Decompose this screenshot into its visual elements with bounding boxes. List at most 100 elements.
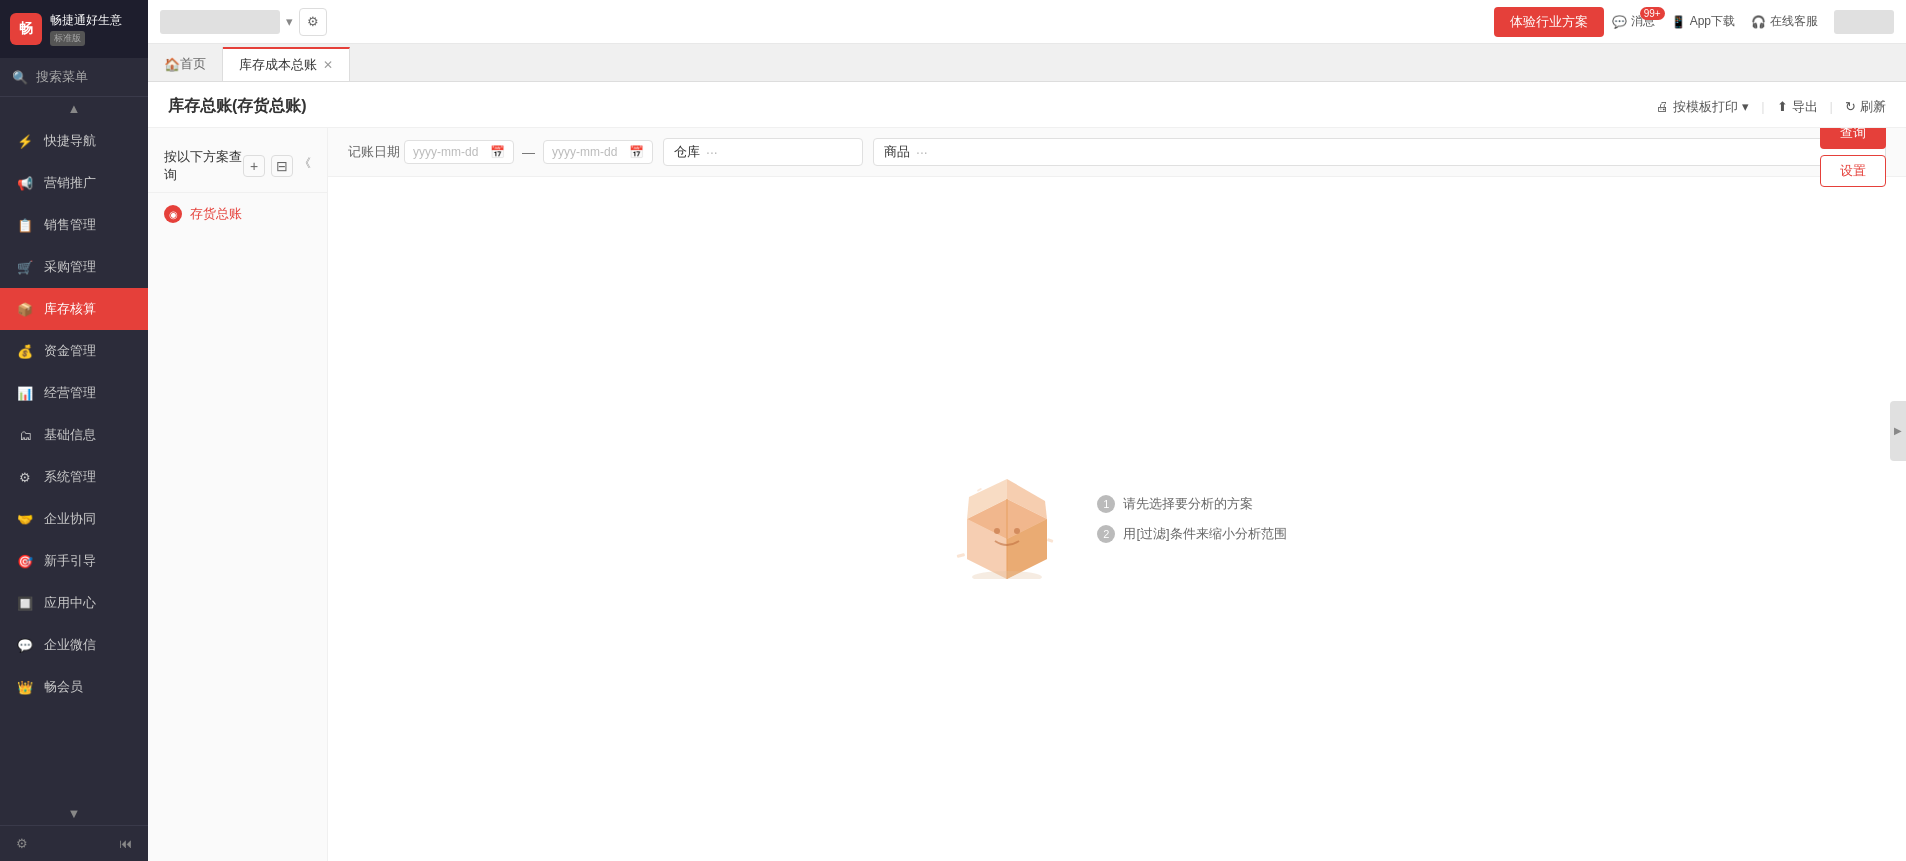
- tab-home[interactable]: 🏠 首页: [148, 47, 223, 81]
- printer-icon: 🖨: [1656, 99, 1669, 114]
- print-template-label: 按模板打印: [1673, 98, 1738, 116]
- scroll-up-btn[interactable]: ▲: [0, 97, 148, 120]
- headset-icon: 🎧: [1751, 15, 1766, 29]
- date-start-input[interactable]: yyyy-mm-dd 📅: [404, 140, 514, 164]
- settings-btn[interactable]: 设置: [1820, 155, 1886, 187]
- member-icon: 👑: [16, 678, 34, 696]
- scheme-label: 存货总账: [190, 205, 242, 223]
- export-label: 导出: [1792, 98, 1818, 116]
- phone-icon: 📱: [1671, 15, 1686, 29]
- filter-add-btn[interactable]: +: [243, 155, 265, 177]
- sidebar-item-enterprise[interactable]: 🤝 企业协同: [0, 498, 148, 540]
- sidebar-item-guide[interactable]: 🎯 新手引导: [0, 540, 148, 582]
- svg-point-7: [994, 528, 1000, 534]
- topbar-settings-btn[interactable]: ⚙: [299, 8, 327, 36]
- online-service-btn[interactable]: 🎧 在线客服: [1751, 13, 1818, 30]
- user-avatar[interactable]: [1834, 10, 1894, 34]
- svg-rect-11: [1047, 538, 1054, 543]
- sidebar-bottom: ⚙ ⏮: [0, 825, 148, 861]
- app-badge: 标准版: [50, 31, 85, 46]
- product-label: 商品: [884, 143, 910, 161]
- sidebar-item-label: 销售管理: [44, 216, 96, 234]
- topbar-breadcrumb-placeholder: [160, 10, 280, 34]
- scheme-inventory-general[interactable]: ◉ 存货总账: [148, 197, 327, 231]
- operations-icon: 📊: [16, 384, 34, 402]
- date-filter-label: 记账日期: [348, 143, 400, 161]
- tip-num-2: 2: [1097, 525, 1115, 543]
- sidebar-item-app-center[interactable]: 🔲 应用中心: [0, 582, 148, 624]
- sidebar-item-label: 企业协同: [44, 510, 96, 528]
- query-btn[interactable]: 查询: [1820, 128, 1886, 149]
- scheme-sidebar: 按以下方案查询 + ⊟ 《 ◉ 存货总账: [148, 128, 328, 861]
- topbar-nav: ▾ ⚙: [160, 8, 1486, 36]
- sidebar-item-label: 基础信息: [44, 426, 96, 444]
- export-btn[interactable]: ⬆ 导出: [1777, 98, 1818, 116]
- settings-icon[interactable]: ⚙: [16, 836, 28, 851]
- print-template-btn[interactable]: 🖨 按模板打印 ▾: [1656, 98, 1749, 116]
- page-actions: 🖨 按模板打印 ▾ | ⬆ 导出 | ↻ 刷新: [1656, 98, 1886, 116]
- svg-point-8: [1014, 528, 1020, 534]
- date-start-placeholder: yyyy-mm-dd: [413, 145, 478, 159]
- sidebar-item-marketing[interactable]: 📢 营销推广: [0, 162, 148, 204]
- industry-btn[interactable]: 体验行业方案: [1494, 7, 1604, 37]
- search-menu-label: 搜索菜单: [36, 68, 88, 86]
- guide-icon: 🎯: [16, 552, 34, 570]
- tabs-bar: 🏠 首页 库存成本总账 ✕: [148, 44, 1906, 82]
- system-icon: ⚙: [16, 468, 34, 486]
- refresh-icon: ↻: [1845, 99, 1856, 114]
- collapse-icon[interactable]: ⏮: [119, 836, 132, 851]
- topbar-right: 💬 消息 99+ 📱 App下载 🎧 在线客服: [1612, 10, 1894, 34]
- filter-collapse-btn[interactable]: 《: [299, 155, 311, 177]
- sidebar-item-label: 经营管理: [44, 384, 96, 402]
- sidebar-item-finance[interactable]: 💰 资金管理: [0, 330, 148, 372]
- search-menu[interactable]: 🔍 搜索菜单: [0, 58, 148, 97]
- chevron-down-icon[interactable]: ▾: [286, 14, 293, 29]
- online-service-label: 在线客服: [1770, 13, 1818, 30]
- tip-num-1: 1: [1097, 495, 1115, 513]
- panel-close-btn[interactable]: ✕: [1874, 96, 1886, 112]
- message-icon: 💬: [1612, 15, 1627, 29]
- calendar-start-icon[interactable]: 📅: [490, 145, 505, 159]
- purchase-icon: 🛒: [16, 258, 34, 276]
- page-title: 库存总账(存货总账): [168, 96, 307, 117]
- warehouse-more-icon[interactable]: ···: [706, 144, 718, 160]
- export-icon: ⬆: [1777, 99, 1788, 114]
- sidebar-item-basic[interactable]: 🗂 基础信息: [0, 414, 148, 456]
- page-content: 库存总账(存货总账) 🖨 按模板打印 ▾ | ⬆ 导出 | ↻ 刷新: [148, 82, 1906, 861]
- empty-illustration: [947, 459, 1067, 579]
- sidebar-item-label: 应用中心: [44, 594, 96, 612]
- product-filter[interactable]: 商品 ···: [873, 138, 1886, 166]
- sidebar-item-wechat[interactable]: 💬 企业微信: [0, 624, 148, 666]
- sidebar-item-member[interactable]: 👑 畅会员: [0, 666, 148, 708]
- tab-close-icon[interactable]: ✕: [323, 58, 333, 72]
- date-filter: 记账日期 yyyy-mm-dd 📅 — yyyy-mm-dd 📅: [348, 140, 653, 164]
- sidebar-item-operations[interactable]: 📊 经营管理: [0, 372, 148, 414]
- product-more-icon[interactable]: ···: [916, 144, 928, 160]
- filter-schema-btn[interactable]: ⊟: [271, 155, 293, 177]
- scroll-down-btn[interactable]: ▼: [0, 802, 148, 825]
- tip-item-1: 1 请先选择要分析的方案: [1097, 495, 1286, 513]
- sidebar-item-label: 资金管理: [44, 342, 96, 360]
- sidebar-item-system[interactable]: ⚙ 系统管理: [0, 456, 148, 498]
- tab-inventory-cost[interactable]: 库存成本总账 ✕: [223, 47, 350, 81]
- sidebar-item-inventory[interactable]: 📦 库存核算: [0, 288, 148, 330]
- app-download-btn[interactable]: 📱 App下载: [1671, 13, 1735, 30]
- date-end-input[interactable]: yyyy-mm-dd 📅: [543, 140, 653, 164]
- sidebar-item-label: 系统管理: [44, 468, 96, 486]
- sidebar-item-label: 畅会员: [44, 678, 83, 696]
- basic-icon: 🗂: [16, 426, 34, 444]
- wechat-icon: 💬: [16, 636, 34, 654]
- tip-text-2: 用[过滤]条件来缩小分析范围: [1123, 525, 1286, 543]
- sidebar-item-quick-nav[interactable]: ⚡ 快捷导航: [0, 120, 148, 162]
- app-logo: 畅 畅捷通好生意 标准版: [0, 0, 148, 58]
- right-panel-toggle[interactable]: ▶: [1890, 401, 1906, 461]
- message-badge: 99+: [1640, 7, 1665, 20]
- message-btn[interactable]: 💬 消息 99+: [1612, 13, 1655, 30]
- app-name: 畅捷通好生意: [50, 12, 122, 29]
- svg-rect-10: [957, 553, 966, 558]
- warehouse-filter[interactable]: 仓库 ···: [663, 138, 863, 166]
- sidebar-item-sales[interactable]: 📋 销售管理: [0, 204, 148, 246]
- calendar-end-icon[interactable]: 📅: [629, 145, 644, 159]
- chevron-down-small-icon: ▾: [1742, 99, 1749, 114]
- sidebar-item-purchase[interactable]: 🛒 采购管理: [0, 246, 148, 288]
